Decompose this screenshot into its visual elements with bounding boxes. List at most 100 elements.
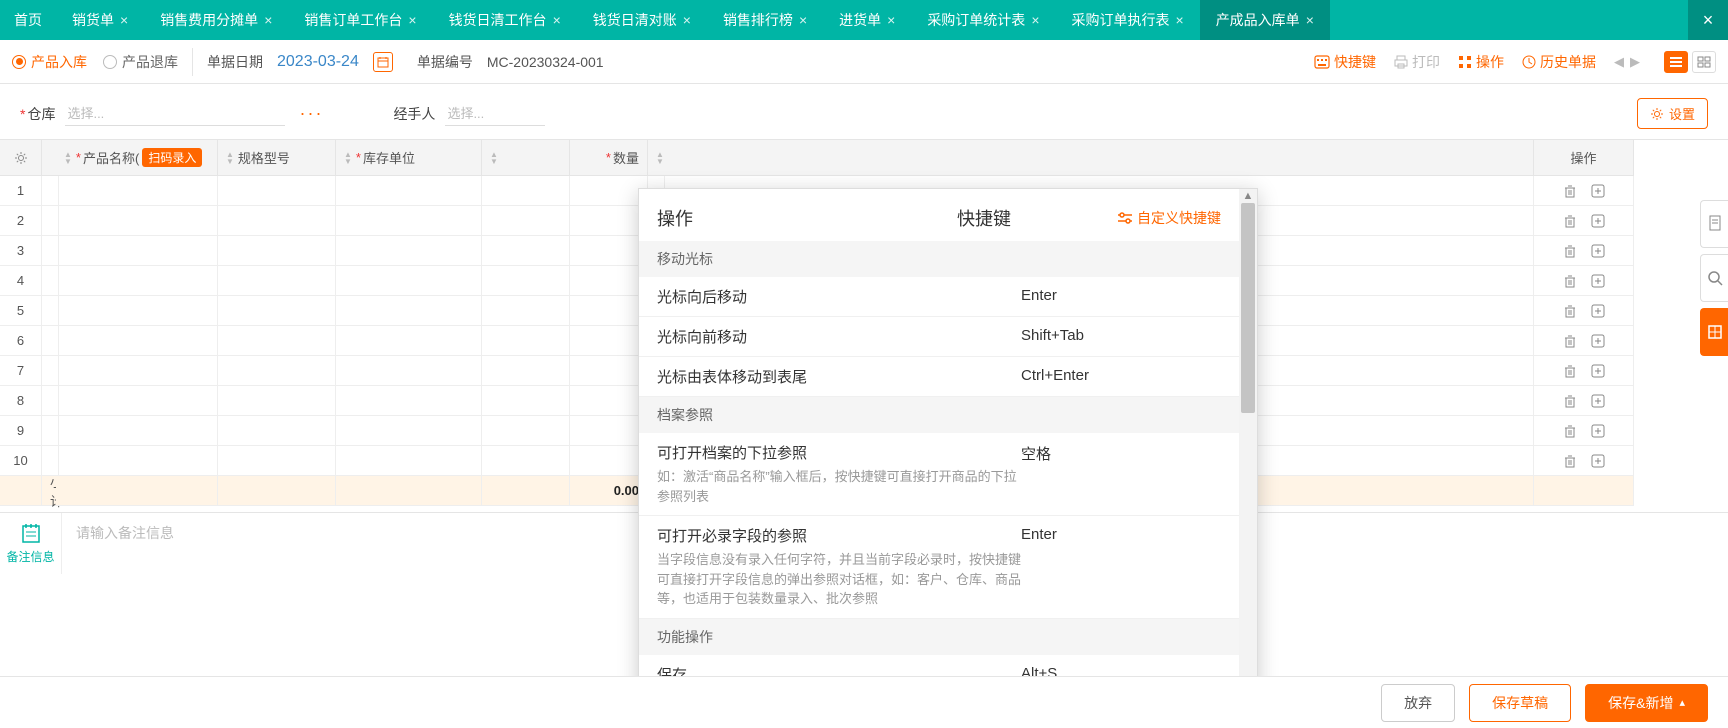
col-unit[interactable]: ▲▼*库存单位 (336, 140, 482, 176)
shortcut-button[interactable]: 快捷键 (1314, 52, 1376, 72)
tab-3[interactable]: 钱货日清工作台× (433, 0, 577, 40)
view-grid-button[interactable] (1692, 51, 1716, 73)
close-icon[interactable]: × (1031, 12, 1039, 28)
tab-1[interactable]: 销售费用分摊单× (144, 0, 288, 40)
col-blank2[interactable]: ▲▼ (648, 140, 665, 176)
scroll-up-icon[interactable]: ▲ (1239, 190, 1257, 202)
popup-op-desc: 如：激活“商品名称”输入框后，按快捷键可直接打开商品的下拉参照列表 (657, 467, 1021, 506)
row-number: 2 (0, 206, 42, 236)
popup-op-label: 可打开必录字段的参照当字段信息没有录入任何字符，并且当前字段必录时，按快捷键可直… (657, 525, 1021, 609)
data-table: ▲▼*产品名称(扫码录入 ▲▼规格型号 ▲▼*库存单位 ▲▼ *数量 ▲▼ 操作… (0, 139, 1728, 506)
add-row-icon[interactable] (1591, 274, 1605, 288)
trash-icon[interactable] (1563, 184, 1577, 198)
tab-8[interactable]: 采购订单执行表× (1056, 0, 1200, 40)
add-row-icon[interactable] (1591, 244, 1605, 258)
tab-7[interactable]: 采购订单统计表× (911, 0, 1055, 40)
close-icon[interactable]: × (408, 12, 416, 28)
trash-icon[interactable] (1563, 454, 1577, 468)
trash-icon[interactable] (1563, 244, 1577, 258)
row-actions (1534, 446, 1634, 476)
popup-op-desc: 当字段信息没有录入任何字符，并且当前字段必录时，按快捷键可直接打开字段信息的弹出… (657, 550, 1021, 609)
handler-input[interactable] (445, 102, 545, 126)
row-actions (1534, 176, 1634, 206)
discard-button[interactable]: 放弃 (1381, 684, 1455, 722)
sub-header: 产品入库 产品退库 单据日期 2023-03-24 单据编号 MC-202303… (0, 40, 1728, 84)
popup-section-header: 移动光标 (639, 241, 1239, 277)
tab-2[interactable]: 销售订单工作台× (288, 0, 432, 40)
popup-scrollbar[interactable]: ▲ ▼ (1239, 189, 1257, 707)
close-icon[interactable]: × (120, 12, 128, 28)
popup-op-label: 光标由表体移动到表尾 (657, 366, 1021, 387)
add-row-icon[interactable] (1591, 364, 1605, 378)
float-tab-3[interactable] (1700, 308, 1728, 356)
tab-0[interactable]: 销货单× (56, 0, 144, 40)
add-row-icon[interactable] (1591, 334, 1605, 348)
bill-date-value[interactable]: 2023-03-24 (277, 53, 359, 71)
row-number: 8 (0, 386, 42, 416)
close-icon[interactable]: × (1306, 12, 1314, 28)
col-spec[interactable]: ▲▼规格型号 (218, 140, 336, 176)
add-row-icon[interactable] (1591, 304, 1605, 318)
history-button[interactable]: 历史单据 (1522, 52, 1596, 72)
radio-product-in[interactable]: 产品入库 (12, 52, 87, 72)
tab-4[interactable]: 钱货日清对账× (577, 0, 707, 40)
top-tab-bar: 首页 销货单× 销售费用分摊单× 销售订单工作台× 钱货日清工作台× 钱货日清对… (0, 0, 1728, 40)
shortcut-popup: 操作 快捷键 自定义快捷键 移动光标光标向后移动Enter光标向前移动Shift… (638, 188, 1258, 708)
add-row-icon[interactable] (1591, 394, 1605, 408)
prev-record-icon[interactable]: ◀ (1614, 54, 1624, 70)
close-icon[interactable]: × (683, 12, 691, 28)
view-list-button[interactable] (1664, 51, 1688, 73)
row-number: 6 (0, 326, 42, 356)
popup-shortcut-row: 可打开档案的下拉参照如：激活“商品名称”输入框后，按快捷键可直接打开商品的下拉参… (639, 433, 1239, 516)
warehouse-input[interactable] (65, 102, 285, 126)
trash-icon[interactable] (1563, 274, 1577, 288)
save-and-new-button[interactable]: 保存&新增 ▴ (1585, 684, 1708, 722)
close-icon[interactable]: × (799, 12, 807, 28)
next-record-icon[interactable]: ▶ (1630, 54, 1640, 70)
row-number: 5 (0, 296, 42, 326)
float-tab-2[interactable] (1700, 254, 1728, 302)
row-actions (1534, 386, 1634, 416)
chevron-up-icon: ▴ (1679, 696, 1685, 709)
operate-button[interactable]: 操作 (1458, 52, 1504, 72)
row-number: 4 (0, 266, 42, 296)
trash-icon[interactable] (1563, 304, 1577, 318)
warehouse-more-icon[interactable]: ··· (299, 103, 323, 124)
tab-5[interactable]: 销售排行榜× (707, 0, 823, 40)
tab-home[interactable]: 首页 (0, 0, 56, 40)
column-config-button[interactable] (0, 140, 42, 176)
customize-shortcut-button[interactable]: 自定义快捷键 (1117, 208, 1221, 228)
add-row-icon[interactable] (1591, 454, 1605, 468)
tabbar-close-all[interactable]: × (1688, 0, 1728, 40)
add-row-icon[interactable] (1591, 214, 1605, 228)
trash-icon[interactable] (1563, 334, 1577, 348)
warehouse-label: *仓库 (20, 104, 55, 124)
settings-button[interactable]: 设置 (1637, 98, 1708, 129)
popup-op-label: 光标向后移动 (657, 286, 1021, 307)
trash-icon[interactable] (1563, 364, 1577, 378)
trash-icon[interactable] (1563, 424, 1577, 438)
popup-scroll-thumb[interactable] (1241, 203, 1255, 413)
add-row-icon[interactable] (1591, 184, 1605, 198)
trash-icon[interactable] (1563, 214, 1577, 228)
radio-product-out[interactable]: 产品退库 (103, 52, 178, 72)
divider (192, 48, 193, 76)
close-icon[interactable]: × (553, 12, 561, 28)
close-icon[interactable]: × (887, 12, 895, 28)
col-qty[interactable]: *数量 (570, 140, 648, 176)
col-blank1[interactable]: ▲▼ (482, 140, 570, 176)
close-icon[interactable]: × (1176, 12, 1184, 28)
tab-9[interactable]: 产成品入库单× (1200, 0, 1330, 40)
popup-key-label: Enter (1021, 525, 1221, 543)
add-row-icon[interactable] (1591, 424, 1605, 438)
float-tab-1[interactable] (1700, 200, 1728, 248)
col-product-name[interactable]: ▲▼*产品名称(扫码录入 (56, 140, 218, 176)
calendar-icon[interactable] (373, 52, 393, 72)
trash-icon[interactable] (1563, 394, 1577, 408)
save-draft-button[interactable]: 保存草稿 (1469, 684, 1571, 722)
close-icon[interactable]: × (264, 12, 272, 28)
tab-6[interactable]: 进货单× (823, 0, 911, 40)
remarks-label: 备注信息 (0, 513, 62, 574)
scan-input-tag[interactable]: 扫码录入 (142, 148, 202, 167)
print-button[interactable]: 打印 (1394, 52, 1440, 72)
